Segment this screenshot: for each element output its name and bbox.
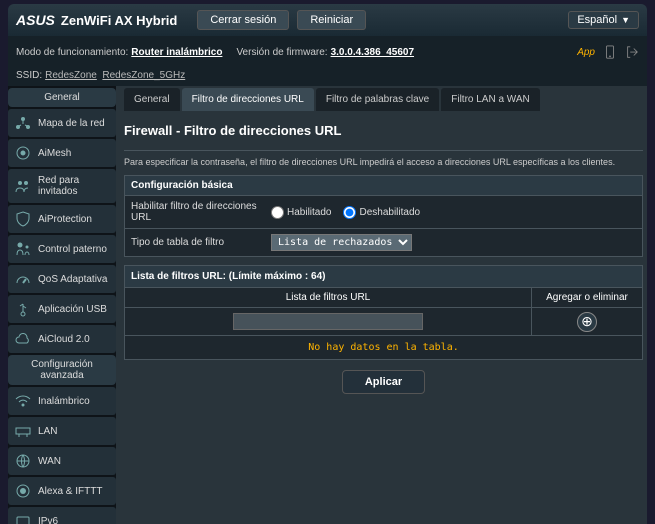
divider bbox=[124, 150, 643, 151]
url-list-columns: Lista de filtros URL Agregar o eliminar bbox=[124, 288, 643, 308]
row-filter-type: Tipo de tabla de filtro Lista de rechaza… bbox=[124, 229, 643, 257]
tab-keyword-filter[interactable]: Filtro de palabras clave bbox=[316, 88, 439, 111]
sidebar: General Mapa de la red AiMesh Red para i… bbox=[8, 86, 116, 524]
sidebar-item-label: AiCloud 2.0 bbox=[38, 334, 90, 345]
sidebar-item-lan[interactable]: LAN bbox=[8, 417, 116, 445]
logout-icon[interactable] bbox=[625, 45, 639, 59]
radio-enabled[interactable]: Habilitado bbox=[271, 206, 331, 219]
ssid2-link[interactable]: RedesZone_5GHz bbox=[102, 70, 185, 81]
sidebar-item-guest[interactable]: Red para invitados bbox=[8, 169, 116, 203]
sidebar-item-label: Red para invitados bbox=[38, 175, 110, 197]
chevron-down-icon: ▼ bbox=[621, 15, 630, 25]
tab-general[interactable]: General bbox=[124, 88, 180, 111]
parental-icon bbox=[14, 241, 32, 257]
sidebar-item-label: Inalámbrico bbox=[38, 396, 90, 407]
url-list-input-row: ⊕ bbox=[124, 308, 643, 336]
plus-icon: ⊕ bbox=[581, 313, 593, 330]
sidebar-item-label: Aplicación USB bbox=[38, 304, 107, 315]
basic-config-header: Configuración básica bbox=[124, 175, 643, 196]
main-content: General Filtro de direcciones URL Filtro… bbox=[116, 86, 647, 524]
ssid-label: SSID: bbox=[16, 70, 42, 81]
mobile-icon[interactable] bbox=[603, 45, 617, 59]
sidebar-item-qos[interactable]: QoS Adaptativa bbox=[8, 265, 116, 293]
guest-icon bbox=[14, 178, 32, 194]
firmware-label: Versión de firmware: bbox=[236, 47, 327, 58]
sidebar-item-label: AiProtection bbox=[38, 214, 92, 225]
sidebar-section-advanced: Configuración avanzada bbox=[8, 355, 116, 385]
usb-icon bbox=[14, 301, 32, 317]
column-url: Lista de filtros URL bbox=[125, 288, 532, 307]
mode-link[interactable]: Router inalámbrico bbox=[131, 47, 222, 58]
sidebar-item-wireless[interactable]: Inalámbrico bbox=[8, 387, 116, 415]
enable-filter-label: Habilitar filtro de direcciones URL bbox=[131, 201, 271, 223]
language-selector[interactable]: Español ▼ bbox=[568, 11, 639, 29]
sidebar-item-aimesh[interactable]: AiMesh bbox=[8, 139, 116, 167]
sidebar-item-label: WAN bbox=[38, 456, 61, 467]
filter-type-select[interactable]: Lista de rechazados bbox=[271, 234, 412, 251]
language-label: Español bbox=[577, 14, 617, 26]
tab-bar: General Filtro de direcciones URL Filtro… bbox=[124, 88, 643, 111]
sidebar-item-label: LAN bbox=[38, 426, 57, 437]
url-input[interactable] bbox=[233, 313, 423, 330]
url-list-header: Lista de filtros URL: (Límite máximo : 6… bbox=[124, 265, 643, 288]
mesh-icon bbox=[14, 145, 32, 161]
sidebar-item-label: Alexa & IFTTT bbox=[38, 486, 102, 497]
radio-disabled-input[interactable] bbox=[343, 206, 356, 219]
sidebar-item-ipv6[interactable]: IPv6 bbox=[8, 507, 116, 524]
logout-button[interactable]: Cerrar sesión bbox=[197, 10, 289, 30]
sidebar-item-aiprotection[interactable]: AiProtection bbox=[8, 205, 116, 233]
lan-icon bbox=[14, 423, 32, 439]
gauge-icon bbox=[14, 271, 32, 287]
filter-type-label: Tipo de tabla de filtro bbox=[131, 237, 271, 248]
sidebar-item-label: Mapa de la red bbox=[38, 118, 105, 129]
radio-disabled[interactable]: Deshabilitado bbox=[343, 206, 420, 219]
sidebar-item-alexa[interactable]: Alexa & IFTTT bbox=[8, 477, 116, 505]
column-action: Agregar o eliminar bbox=[532, 288, 642, 307]
shield-icon bbox=[14, 211, 32, 227]
row-enable-filter: Habilitar filtro de direcciones URL Habi… bbox=[124, 196, 643, 229]
sidebar-item-usb[interactable]: Aplicación USB bbox=[8, 295, 116, 323]
info-bar: Modo de funcionamiento: Router inalámbri… bbox=[8, 36, 647, 68]
apply-button[interactable]: Aplicar bbox=[342, 370, 425, 394]
radio-enabled-input[interactable] bbox=[271, 206, 284, 219]
empty-message: No hay datos en la tabla. bbox=[124, 336, 643, 360]
ssid1-link[interactable]: RedesZone bbox=[45, 70, 97, 81]
sidebar-item-label: IPv6 bbox=[38, 516, 58, 524]
sidebar-item-label: QoS Adaptativa bbox=[38, 274, 108, 285]
add-button[interactable]: ⊕ bbox=[577, 312, 597, 332]
tab-url-filter[interactable]: Filtro de direcciones URL bbox=[182, 88, 314, 111]
ssid-bar: SSID: RedesZone RedesZone_5GHz bbox=[8, 68, 647, 86]
sidebar-item-aicloud[interactable]: AiCloud 2.0 bbox=[8, 325, 116, 353]
model-name: ZenWiFi AX Hybrid bbox=[61, 13, 177, 28]
alexa-icon bbox=[14, 483, 32, 499]
sidebar-section-general: General bbox=[8, 88, 116, 107]
sidebar-item-label: Control paterno bbox=[38, 244, 107, 255]
tab-lan-wan-filter[interactable]: Filtro LAN a WAN bbox=[441, 88, 540, 111]
sidebar-item-label: AiMesh bbox=[38, 148, 71, 159]
wifi-icon bbox=[14, 393, 32, 409]
globe-icon bbox=[14, 453, 32, 469]
sidebar-item-wan[interactable]: WAN bbox=[8, 447, 116, 475]
brand-logo: ASUS bbox=[16, 12, 55, 28]
reboot-button[interactable]: Reiniciar bbox=[297, 10, 366, 30]
network-icon bbox=[14, 115, 32, 131]
sidebar-item-networkmap[interactable]: Mapa de la red bbox=[8, 109, 116, 137]
page-description: Para especificar la contraseña, el filtr… bbox=[124, 157, 643, 167]
ipv6-icon bbox=[14, 513, 32, 524]
cloud-icon bbox=[14, 331, 32, 347]
app-link[interactable]: App bbox=[577, 47, 595, 58]
sidebar-item-parental[interactable]: Control paterno bbox=[8, 235, 116, 263]
firmware-link[interactable]: 3.0.0.4.386_45607 bbox=[331, 47, 414, 58]
page-title: Firewall - Filtro de direcciones URL bbox=[124, 123, 643, 138]
top-bar: ASUS ZenWiFi AX Hybrid Cerrar sesión Rei… bbox=[8, 4, 647, 36]
mode-label: Modo de funcionamiento: bbox=[16, 47, 128, 58]
